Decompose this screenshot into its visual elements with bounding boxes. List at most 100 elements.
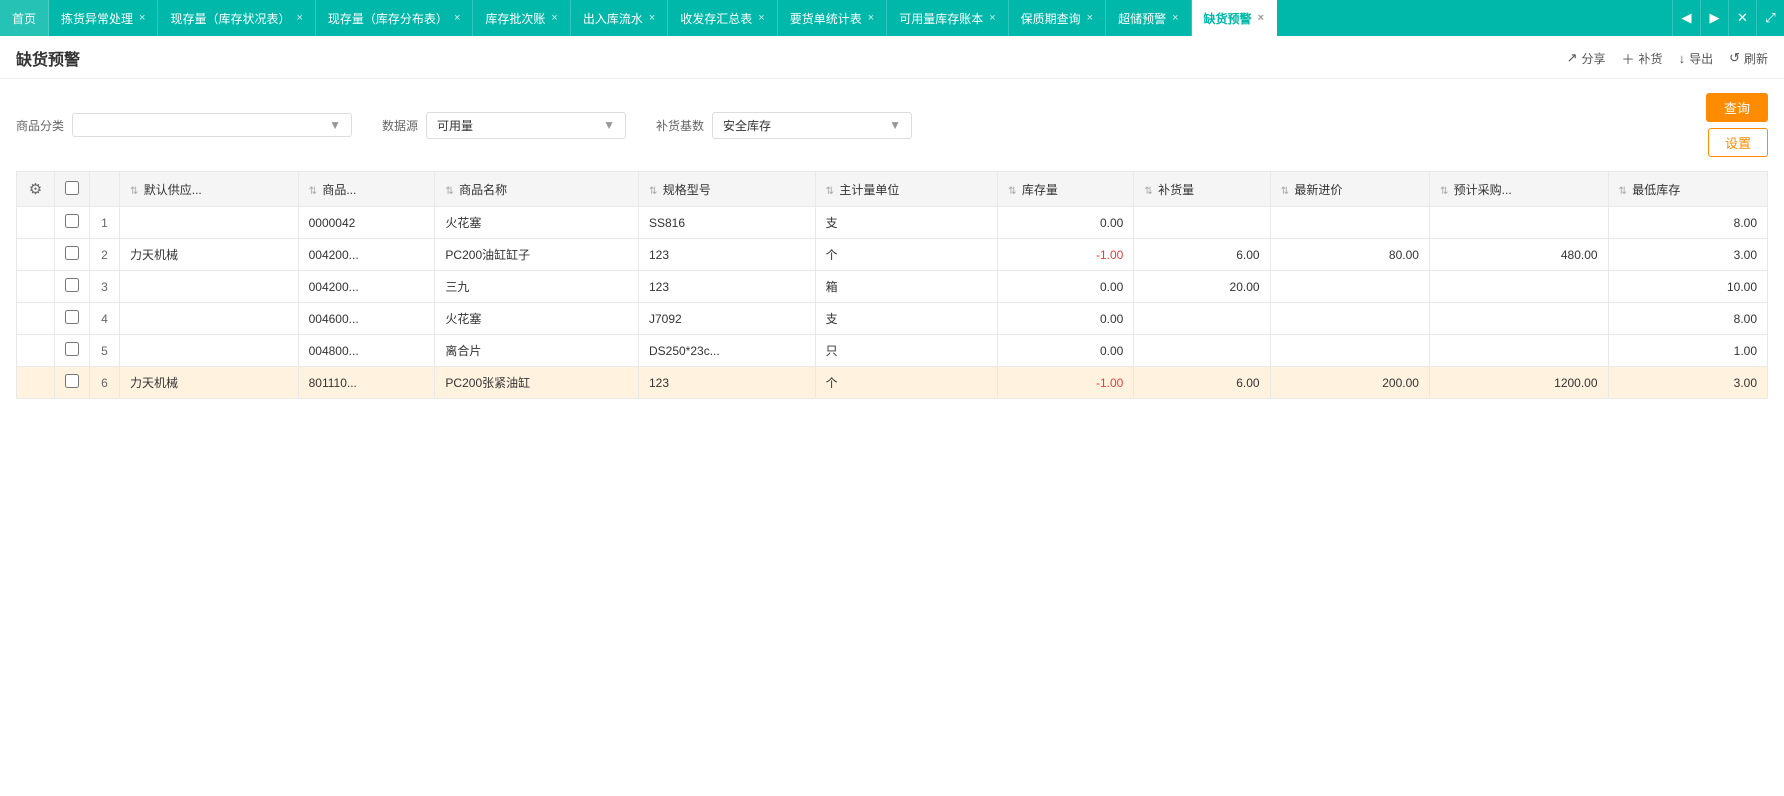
stock-qty-cell: 0.00 (998, 271, 1134, 303)
tab-close-all-button[interactable]: ✕ (1728, 0, 1756, 36)
latest-price-cell: 200.00 (1270, 367, 1429, 399)
refresh-label: 刷新 (1744, 50, 1768, 67)
row-gear-cell (17, 271, 55, 303)
sort-icon: ⇅ (445, 186, 453, 197)
tab-close-inventory-dist[interactable]: × (454, 12, 460, 24)
table-row[interactable]: 2力天机械004200...PC200油缸缸子123个-1.006.0080.0… (17, 239, 1768, 271)
replenish-action[interactable]: ＋ 补货 (1622, 49, 1663, 68)
tab-item-home[interactable]: 首页 (0, 0, 49, 36)
refresh-action[interactable]: ↺ 刷新 (1729, 50, 1768, 67)
th-spec-model[interactable]: ⇅ 规格型号 (638, 172, 815, 207)
tab-item-inventory-status[interactable]: 现存量（库存状况表）× (158, 0, 315, 36)
tab-item-order-stats[interactable]: 要货单统计表× (778, 0, 887, 36)
filter-actions: 查询 设置 (1706, 93, 1768, 157)
est-purchase-cell (1429, 335, 1608, 367)
row-checkbox[interactable] (65, 278, 79, 292)
product-name-cell: 火花塞 (435, 207, 639, 239)
export-action[interactable]: ↓ 导出 (1679, 50, 1714, 67)
est-purchase-cell (1429, 271, 1608, 303)
tab-close-inout-flow[interactable]: × (649, 12, 655, 24)
product-code-cell: 801110... (298, 367, 435, 399)
tab-prev-button[interactable]: ◀ (1672, 0, 1700, 36)
product-code-cell: 004200... (298, 239, 435, 271)
tab-close-available-ledger[interactable]: × (989, 12, 995, 24)
tab-item-receive-summary[interactable]: 收发存汇总表× (668, 0, 777, 36)
row-checkbox-cell[interactable] (55, 239, 90, 271)
tab-item-overstock[interactable]: 超储预警× (1106, 0, 1191, 36)
stock-qty-cell: 0.00 (998, 303, 1134, 335)
th-latest-price[interactable]: ⇅ 最新进价 (1270, 172, 1429, 207)
table-row[interactable]: 10000042火花塞SS816支0.008.00 (17, 207, 1768, 239)
row-checkbox[interactable] (65, 374, 79, 388)
query-button[interactable]: 查询 (1706, 93, 1768, 122)
row-checkbox-cell[interactable] (55, 303, 90, 335)
page-title: 缺货预警 (16, 46, 80, 70)
tab-item-available-ledger[interactable]: 可用量库存账本× (887, 0, 1008, 36)
replenish-qty-cell (1134, 303, 1270, 335)
th-checkbox[interactable] (55, 172, 90, 207)
tab-close-abnormal[interactable]: × (139, 12, 145, 24)
tab-item-batch-account[interactable]: 库存批次账× (473, 0, 570, 36)
tab-close-receive-summary[interactable]: × (758, 12, 764, 24)
tab-next-button[interactable]: ▶ (1700, 0, 1728, 36)
category-select[interactable]: ▼ (72, 113, 352, 137)
est-purchase-cell: 480.00 (1429, 239, 1608, 271)
row-checkbox[interactable] (65, 214, 79, 228)
row-number: 1 (90, 207, 120, 239)
replenish-base-select[interactable]: 安全库存 ▼ (712, 112, 912, 139)
unit-cell: 支 (815, 303, 997, 335)
tab-item-expiry-query[interactable]: 保质期查询× (1009, 0, 1106, 36)
tab-close-expiry-query[interactable]: × (1087, 12, 1093, 24)
tab-item-inventory-dist[interactable]: 现存量（库存分布表）× (316, 0, 473, 36)
spec-model-cell: DS250*23c... (638, 335, 815, 367)
tab-close-shortage[interactable]: × (1258, 12, 1264, 24)
tab-close-overstock[interactable]: × (1172, 12, 1178, 24)
unit-cell: 箱 (815, 271, 997, 303)
gear-icon[interactable]: ⚙ (29, 181, 42, 198)
tab-item-abnormal[interactable]: 拣货异常处理× (49, 0, 158, 36)
th-replenish-qty[interactable]: ⇅ 补货量 (1134, 172, 1270, 207)
row-checkbox[interactable] (65, 310, 79, 324)
table-row[interactable]: 4004600...火花塞J7092支0.008.00 (17, 303, 1768, 335)
datasource-select[interactable]: 可用量 ▼ (426, 112, 626, 139)
row-gear-cell (17, 207, 55, 239)
supplier-cell: 力天机械 (120, 367, 299, 399)
row-checkbox[interactable] (65, 246, 79, 260)
row-number: 6 (90, 367, 120, 399)
spec-model-cell: J7092 (638, 303, 815, 335)
replenish-qty-cell: 6.00 (1134, 239, 1270, 271)
th-default-supplier[interactable]: ⇅ 默认供应... (120, 172, 299, 207)
tab-close-batch-account[interactable]: × (551, 12, 557, 24)
product-code-cell: 004200... (298, 271, 435, 303)
row-checkbox-cell[interactable] (55, 335, 90, 367)
tab-close-inventory-status[interactable]: × (296, 12, 302, 24)
row-checkbox-cell[interactable] (55, 367, 90, 399)
th-product-code[interactable]: ⇅ 商品... (298, 172, 435, 207)
replenish-label: 补货 (1639, 50, 1663, 67)
stock-qty-cell: -1.00 (998, 239, 1134, 271)
unit-cell: 个 (815, 367, 997, 399)
row-checkbox-cell[interactable] (55, 271, 90, 303)
share-action[interactable]: ↗ 分享 (1567, 50, 1606, 67)
header-checkbox[interactable] (65, 181, 79, 195)
tab-item-shortage[interactable]: 缺货预警× (1192, 0, 1277, 36)
table-row[interactable]: 5004800...离合片DS250*23c...只0.001.00 (17, 335, 1768, 367)
est-purchase-cell (1429, 207, 1608, 239)
table-row[interactable]: 3004200...三九123箱0.0020.0010.00 (17, 271, 1768, 303)
th-product-name[interactable]: ⇅ 商品名称 (435, 172, 639, 207)
th-gear[interactable]: ⚙ (17, 172, 55, 207)
settings-button[interactable]: 设置 (1708, 128, 1768, 157)
row-checkbox[interactable] (65, 342, 79, 356)
tab-close-order-stats[interactable]: × (868, 12, 874, 24)
product-name-cell: PC200油缸缸子 (435, 239, 639, 271)
tab-item-inout-flow[interactable]: 出入库流水× (571, 0, 668, 36)
tab-expand-button[interactable]: ⤢ (1756, 0, 1784, 36)
th-unit[interactable]: ⇅ 主计量单位 (815, 172, 997, 207)
product-name-cell: PC200张紧油缸 (435, 367, 639, 399)
row-checkbox-cell[interactable] (55, 207, 90, 239)
th-stock-qty[interactable]: ⇅ 库存量 (998, 172, 1134, 207)
table-row[interactable]: 6力天机械801110...PC200张紧油缸123个-1.006.00200.… (17, 367, 1768, 399)
th-min-stock[interactable]: ⇅ 最低库存 (1608, 172, 1767, 207)
replenish-qty-cell (1134, 207, 1270, 239)
th-est-purchase[interactable]: ⇅ 预计采购... (1429, 172, 1608, 207)
